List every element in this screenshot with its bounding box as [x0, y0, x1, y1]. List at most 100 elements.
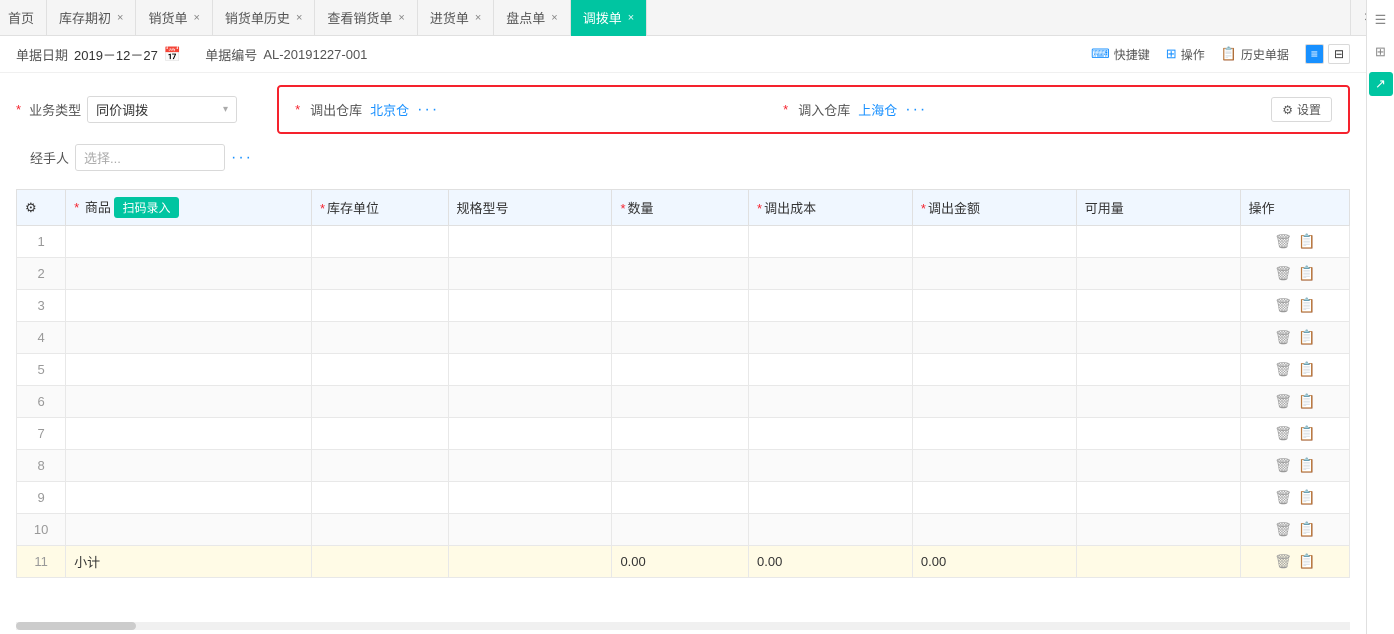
copy-row-button[interactable]: 📋	[1298, 265, 1315, 282]
tab-stocktake[interactable]: 盘点单 ×	[494, 0, 570, 36]
tab-home[interactable]: 首页	[8, 0, 47, 36]
date-field: 单据日期 2019－12－27 📅	[16, 45, 181, 64]
toolbar-right: ⌨ 快捷键 ⊞ 操作 📋 历史单据 ≡ ⊟	[1091, 44, 1350, 64]
delete-row-button[interactable]: 🗑	[1274, 265, 1292, 282]
row-number: 4	[17, 322, 66, 354]
cell-available	[1076, 482, 1240, 514]
business-type-select[interactable]: 同价调拨 ▾	[87, 96, 237, 123]
history-button[interactable]: 📋 历史单据	[1221, 46, 1289, 63]
copy-row-button[interactable]: 📋	[1298, 329, 1315, 346]
handler-dots[interactable]: ···	[231, 149, 253, 167]
quick-key-button[interactable]: ⌨ 快捷键	[1091, 46, 1150, 63]
table-row: 9🗑📋	[17, 482, 1350, 514]
copy-row-button[interactable]: 📋	[1298, 233, 1315, 250]
warehouse-in-dots[interactable]: ···	[905, 101, 927, 119]
cell-product[interactable]	[66, 450, 312, 482]
calendar-icon[interactable]: 📅	[164, 46, 181, 63]
copy-row-button[interactable]: 📋	[1298, 393, 1315, 410]
cell-spec	[448, 514, 612, 546]
scroll-thumb[interactable]	[16, 622, 136, 630]
scroll-track[interactable]	[16, 622, 1350, 630]
tab-purchase[interactable]: 进货单 ×	[418, 0, 494, 36]
tab-close-inventory-init[interactable]: ×	[117, 12, 123, 24]
tab-transfer[interactable]: 调拨单 ×	[571, 0, 647, 36]
copy-row-button[interactable]: 📋	[1298, 361, 1315, 378]
tab-close-view-sales[interactable]: ×	[398, 12, 404, 24]
tab-sales-history[interactable]: 销货单历史 ×	[213, 0, 315, 36]
cell-available	[1076, 258, 1240, 290]
copy-row-button[interactable]: 📋	[1298, 297, 1315, 314]
business-type-field: * 业务类型 同价调拨 ▾	[16, 96, 237, 123]
cell-available	[1076, 546, 1240, 578]
subtotal-label: 小计	[74, 555, 100, 570]
cell-product[interactable]	[66, 226, 312, 258]
copy-row-button[interactable]: 📋	[1298, 425, 1315, 442]
settings-button[interactable]: ⚙ 设置	[1271, 97, 1332, 122]
warehouse-in-field: * 调入仓库 上海仓 ···	[783, 100, 1239, 119]
cell-available	[1076, 322, 1240, 354]
copy-row-button[interactable]: 📋	[1298, 489, 1315, 506]
layout-grid-button[interactable]: ⊟	[1328, 44, 1350, 64]
cell-amount	[912, 258, 1076, 290]
warehouse-out-dots[interactable]: ···	[417, 101, 439, 119]
cell-product[interactable]	[66, 354, 312, 386]
delete-row-button[interactable]: 🗑	[1274, 553, 1292, 570]
delete-row-button[interactable]: 🗑	[1274, 489, 1292, 506]
delete-row-button[interactable]: 🗑	[1274, 329, 1292, 346]
col-gear: ⚙	[17, 190, 66, 226]
cell-spec	[448, 322, 612, 354]
cell-qty	[612, 386, 749, 418]
cell-available	[1076, 290, 1240, 322]
copy-row-button[interactable]: 📋	[1298, 521, 1315, 538]
cell-action: 🗑📋	[1240, 258, 1349, 290]
cell-cost	[749, 450, 913, 482]
cell-spec	[448, 450, 612, 482]
cell-product[interactable]	[66, 258, 312, 290]
delete-row-button[interactable]: 🗑	[1274, 297, 1292, 314]
cell-product[interactable]	[66, 482, 312, 514]
sidebar-menu-icon[interactable]: ☰	[1369, 8, 1393, 32]
cell-product[interactable]	[66, 322, 312, 354]
row-number: 1	[17, 226, 66, 258]
sidebar-grid-icon[interactable]: ⊞	[1369, 40, 1393, 64]
handler-select[interactable]: 选择...	[75, 144, 225, 171]
cell-product[interactable]	[66, 418, 312, 450]
operations-label: 操作	[1181, 46, 1205, 63]
delete-row-button[interactable]: 🗑	[1274, 521, 1292, 538]
operations-button[interactable]: ⊞ 操作	[1166, 46, 1205, 63]
cell-amount	[912, 386, 1076, 418]
sidebar-expand-icon[interactable]: ↗	[1369, 72, 1393, 96]
delete-row-button[interactable]: 🗑	[1274, 233, 1292, 250]
delete-row-button[interactable]: 🗑	[1274, 393, 1292, 410]
tab-close-transfer[interactable]: ×	[628, 12, 634, 24]
delete-row-button[interactable]: 🗑	[1274, 361, 1292, 378]
tab-close-sales-order[interactable]: ×	[193, 12, 199, 24]
tab-sales-order[interactable]: 销货单 ×	[136, 0, 212, 36]
col-amount: 调出金额	[912, 190, 1076, 226]
scan-button[interactable]: 扫码录入	[114, 197, 178, 218]
tab-close-purchase[interactable]: ×	[475, 12, 481, 24]
quick-key-label: 快捷键	[1114, 46, 1150, 63]
copy-row-button[interactable]: 📋	[1298, 553, 1315, 570]
tab-inventory-init[interactable]: 库存期初 ×	[47, 0, 136, 36]
col-spec: 规格型号	[448, 190, 612, 226]
layout-list-button[interactable]: ≡	[1305, 44, 1324, 64]
cell-unit	[311, 514, 448, 546]
cell-product[interactable]	[66, 514, 312, 546]
table-row: 10🗑📋	[17, 514, 1350, 546]
cell-amount	[912, 514, 1076, 546]
copy-row-button[interactable]: 📋	[1298, 457, 1315, 474]
cell-product[interactable]	[66, 386, 312, 418]
cell-spec	[448, 226, 612, 258]
delete-row-button[interactable]: 🗑	[1274, 457, 1292, 474]
tab-view-sales[interactable]: 查看销货单 ×	[315, 0, 417, 36]
cell-product[interactable]	[66, 290, 312, 322]
cell-qty	[612, 354, 749, 386]
row-number: 7	[17, 418, 66, 450]
tab-close-sales-history[interactable]: ×	[296, 12, 302, 24]
delete-row-button[interactable]: 🗑	[1274, 425, 1292, 442]
tab-close-stocktake[interactable]: ×	[551, 12, 557, 24]
gear-header-icon[interactable]: ⚙	[25, 200, 37, 215]
tab-bar: 首页 库存期初 × 销货单 × 销货单历史 × 查看销货单 × 进货单 × 盘点…	[0, 0, 1394, 36]
table-header: ⚙ 商品 扫码录入 库存单位 规格型号 数量 调出成本 调出金额 可用量 操作	[17, 190, 1350, 226]
